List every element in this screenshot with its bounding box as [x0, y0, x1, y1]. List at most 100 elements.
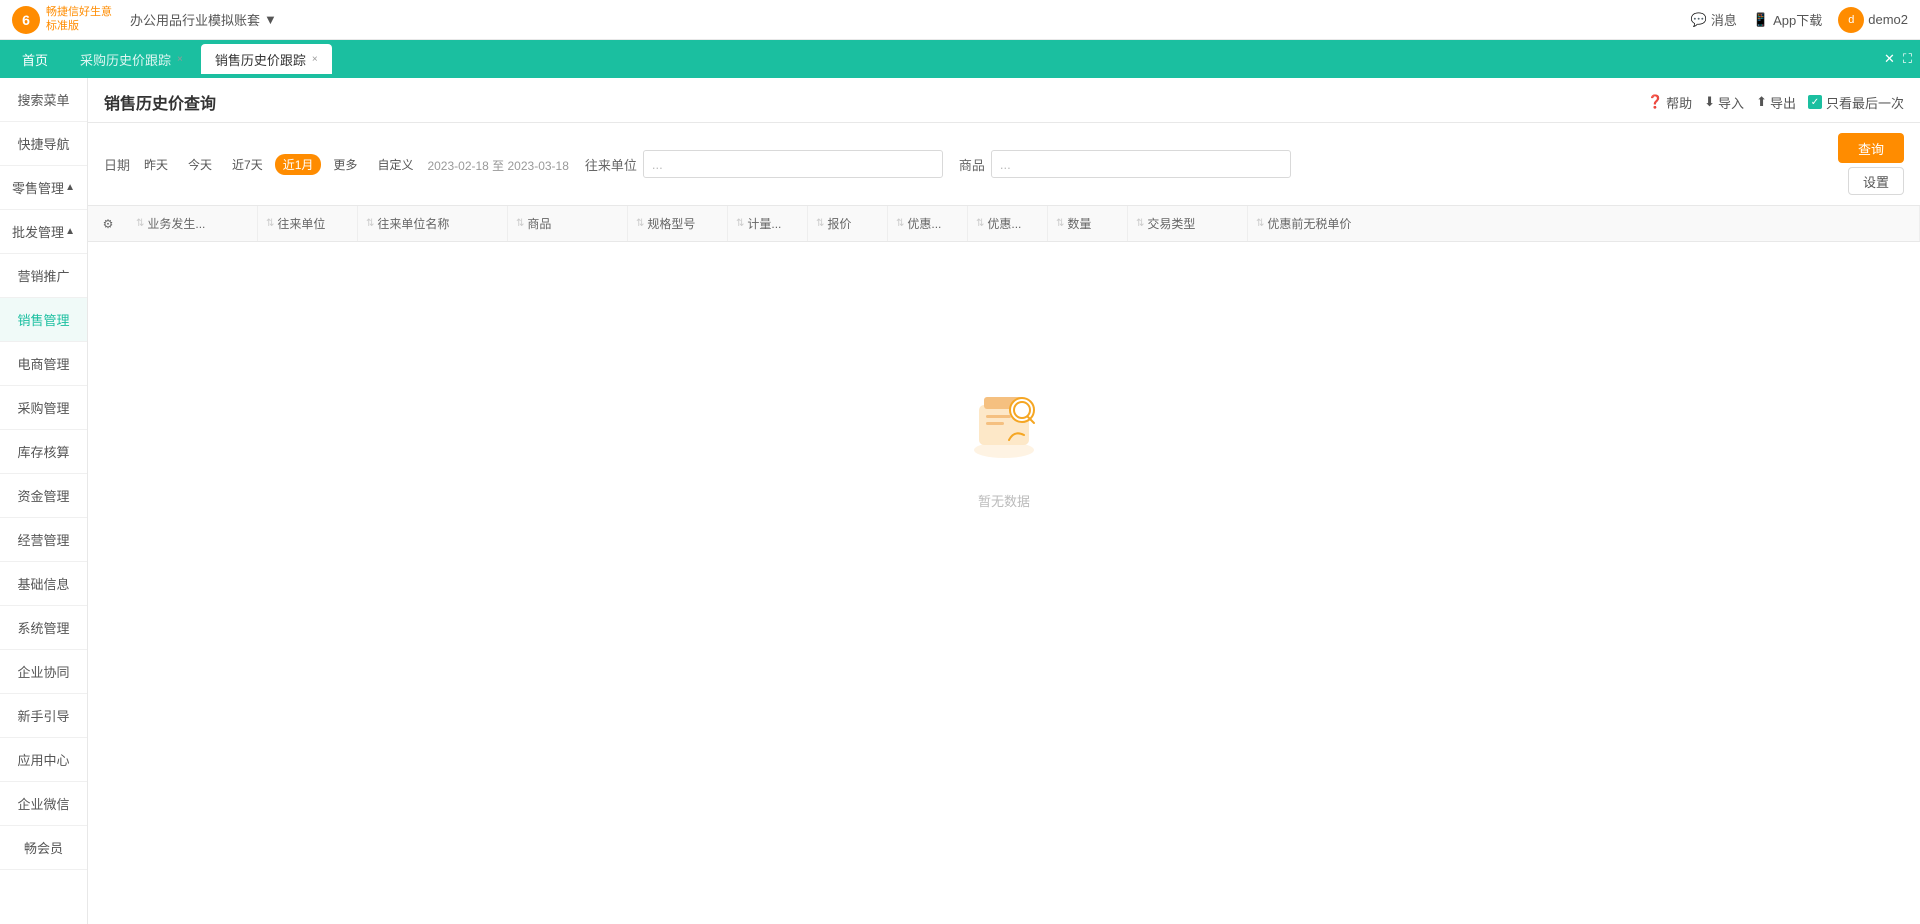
app-download-button[interactable]: 📱 App下载 [1753, 10, 1822, 29]
sort-icon-6: ⇅ [736, 218, 744, 229]
date-btn-1month[interactable]: 近1月 [275, 154, 322, 175]
sidebar-item-finance[interactable]: 资金管理 [0, 474, 87, 518]
sort-icon-10: ⇅ [1056, 218, 1064, 229]
export-button[interactable]: ⬆ 导出 [1756, 93, 1796, 112]
sort-icon-2: ⇅ [266, 218, 274, 229]
date-quick-btns: 昨天 今天 近7天 近1月 更多 自定义 [136, 154, 421, 175]
th-settings[interactable]: ⚙ [88, 217, 128, 231]
page-actions: ❓ 帮助 ⬇ 导入 ⬆ 导出 ✓ 只看最后一次 [1647, 93, 1904, 112]
sort-icon-8: ⇅ [896, 218, 904, 229]
th-bizdate[interactable]: ⇅ 业务发生... [128, 206, 258, 241]
sidebar-item-quick-nav[interactable]: 快捷导航 [0, 122, 87, 166]
top-header: 6 畅捷信好生意 标准版 办公用品行业模拟账套 ▼ 💬 消息 📱 App下载 d… [0, 0, 1920, 40]
tab-maximize-icon[interactable]: ⛶ [1903, 51, 1912, 67]
tab-sales[interactable]: 销售历史价跟踪 × [201, 44, 332, 74]
content-area: 销售历史价查询 ❓ 帮助 ⬇ 导入 ⬆ 导出 ✓ 只看最后一次 [88, 78, 1920, 924]
sort-icon: ⇅ [136, 218, 144, 229]
sidebar-item-ecommerce[interactable]: 电商管理 [0, 342, 87, 386]
avatar: d [1838, 7, 1864, 33]
tab-bar: 首页 采购历史价跟踪 × 销售历史价跟踪 × ✕ ⛶ [0, 40, 1920, 78]
settings-button[interactable]: 设置 [1848, 167, 1904, 195]
partner-input[interactable]: ... [643, 150, 943, 178]
table-header: ⚙ ⇅ 业务发生... ⇅ 往来单位 ⇅ 往来单位名称 ⇅ 商品 [88, 206, 1920, 242]
goods-filter-group: 商品 ... [959, 150, 1291, 178]
download-icon: 📱 [1753, 12, 1769, 28]
th-goods[interactable]: ⇅ 商品 [508, 206, 628, 241]
th-unit[interactable]: ⇅ 计量... [728, 206, 808, 241]
tab-close-all-icon[interactable]: ✕ [1884, 51, 1895, 67]
sidebar-item-search-menu[interactable]: 搜索菜单 [0, 78, 87, 122]
export-icon: ⬆ [1756, 94, 1767, 110]
page-header: 销售历史价查询 ❓ 帮助 ⬇ 导入 ⬆ 导出 ✓ 只看最后一次 [88, 78, 1920, 123]
th-disc1[interactable]: ⇅ 优惠... [888, 206, 968, 241]
checkbox-icon: ✓ [1808, 95, 1822, 109]
sort-icon-7: ⇅ [816, 218, 824, 229]
sidebar-item-operations[interactable]: 经营管理 [0, 518, 87, 562]
message-button[interactable]: 💬 消息 [1691, 10, 1737, 29]
goods-label: 商品 [959, 155, 985, 174]
sidebar-item-system[interactable]: 系统管理 [0, 606, 87, 650]
date-label: 日期 [104, 155, 130, 174]
header-left: 6 畅捷信好生意 标准版 办公用品行业模拟账套 ▼ [12, 6, 277, 34]
page-title: 销售历史价查询 [104, 90, 216, 114]
th-txtype[interactable]: ⇅ 交易类型 [1128, 206, 1248, 241]
th-partner[interactable]: ⇅ 往来单位 [258, 206, 358, 241]
table-container: ⚙ ⇅ 业务发生... ⇅ 往来单位 ⇅ 往来单位名称 ⇅ 商品 [88, 206, 1920, 924]
date-filter-group: 日期 昨天 今天 近7天 近1月 更多 自定义 2023-02-18 至 202… [104, 154, 569, 175]
query-button[interactable]: 查询 [1838, 133, 1904, 163]
sidebar-item-membership[interactable]: 畅会员 [0, 826, 87, 870]
logo-text: 畅捷信好生意 标准版 [46, 6, 112, 32]
date-btn-7days[interactable]: 近7天 [224, 154, 271, 175]
date-btn-more[interactable]: 更多 [325, 154, 365, 175]
th-price[interactable]: ⇅ 报价 [808, 206, 888, 241]
sidebar-item-inventory[interactable]: 库存核算 [0, 430, 87, 474]
main-layout: 搜索菜单 快捷导航 零售管理 ▲ 批发管理 ▲ 营销推广 销售管理 电商管理 采… [0, 78, 1920, 924]
header-right: 💬 消息 📱 App下载 d demo2 [1691, 7, 1908, 33]
sidebar-item-apps[interactable]: 应用中心 [0, 738, 87, 782]
date-btn-today[interactable]: 今天 [180, 154, 220, 175]
chevron-up-icon: ▲ [65, 182, 75, 193]
help-button[interactable]: ❓ 帮助 [1647, 93, 1692, 112]
sidebar-item-sales[interactable]: 销售管理 [0, 298, 87, 342]
sidebar-item-retail[interactable]: 零售管理 ▲ [0, 166, 87, 210]
tab-sales-close[interactable]: × [312, 54, 318, 65]
date-btn-custom[interactable]: 自定义 [369, 154, 421, 175]
tab-home[interactable]: 首页 [8, 44, 62, 74]
sidebar-item-wholesale[interactable]: 批发管理 ▲ [0, 210, 87, 254]
message-icon: 💬 [1691, 12, 1707, 28]
date-range: 2023-02-18 至 2023-03-18 [427, 157, 568, 174]
app-selector[interactable]: 办公用品行业模拟账套 ▼ [130, 10, 277, 29]
tab-purchase[interactable]: 采购历史价跟踪 × [66, 44, 197, 74]
th-noprice[interactable]: ⇅ 优惠前无税单价 [1248, 206, 1920, 241]
sidebar-item-purchase[interactable]: 采购管理 [0, 386, 87, 430]
goods-placeholder: ... [1000, 157, 1011, 172]
th-qty[interactable]: ⇅ 数量 [1048, 206, 1128, 241]
tab-purchase-close[interactable]: × [177, 54, 183, 65]
sidebar-item-guide[interactable]: 新手引导 [0, 694, 87, 738]
tab-bar-right: ✕ ⛶ [1884, 51, 1912, 67]
sort-icon-3: ⇅ [366, 218, 374, 229]
th-spec[interactable]: ⇅ 规格型号 [628, 206, 728, 241]
partner-placeholder: ... [652, 157, 663, 172]
empty-icon [954, 375, 1054, 475]
th-disc2[interactable]: ⇅ 优惠... [968, 206, 1048, 241]
goods-input[interactable]: ... [991, 150, 1291, 178]
import-button[interactable]: ⬇ 导入 [1704, 93, 1744, 112]
sort-icon-12: ⇅ [1256, 218, 1264, 229]
settings-icon: ⚙ [103, 217, 114, 231]
only-last-checkbox[interactable]: ✓ 只看最后一次 [1808, 93, 1904, 112]
logo-area: 6 畅捷信好生意 标准版 [12, 6, 112, 34]
sort-icon-11: ⇅ [1136, 218, 1144, 229]
sort-icon-9: ⇅ [976, 218, 984, 229]
dropdown-icon: ▼ [264, 12, 277, 27]
sidebar-item-marketing[interactable]: 营销推广 [0, 254, 87, 298]
user-menu[interactable]: d demo2 [1838, 7, 1908, 33]
sidebar-item-enterprise[interactable]: 企业协同 [0, 650, 87, 694]
logo-icon: 6 [12, 6, 40, 34]
date-btn-yesterday[interactable]: 昨天 [136, 154, 176, 175]
empty-state: 暂无数据 [88, 242, 1920, 642]
chevron-up-icon-2: ▲ [65, 226, 75, 237]
sidebar-item-wechat[interactable]: 企业微信 [0, 782, 87, 826]
sidebar-item-basic-info[interactable]: 基础信息 [0, 562, 87, 606]
th-partnername[interactable]: ⇅ 往来单位名称 [358, 206, 508, 241]
